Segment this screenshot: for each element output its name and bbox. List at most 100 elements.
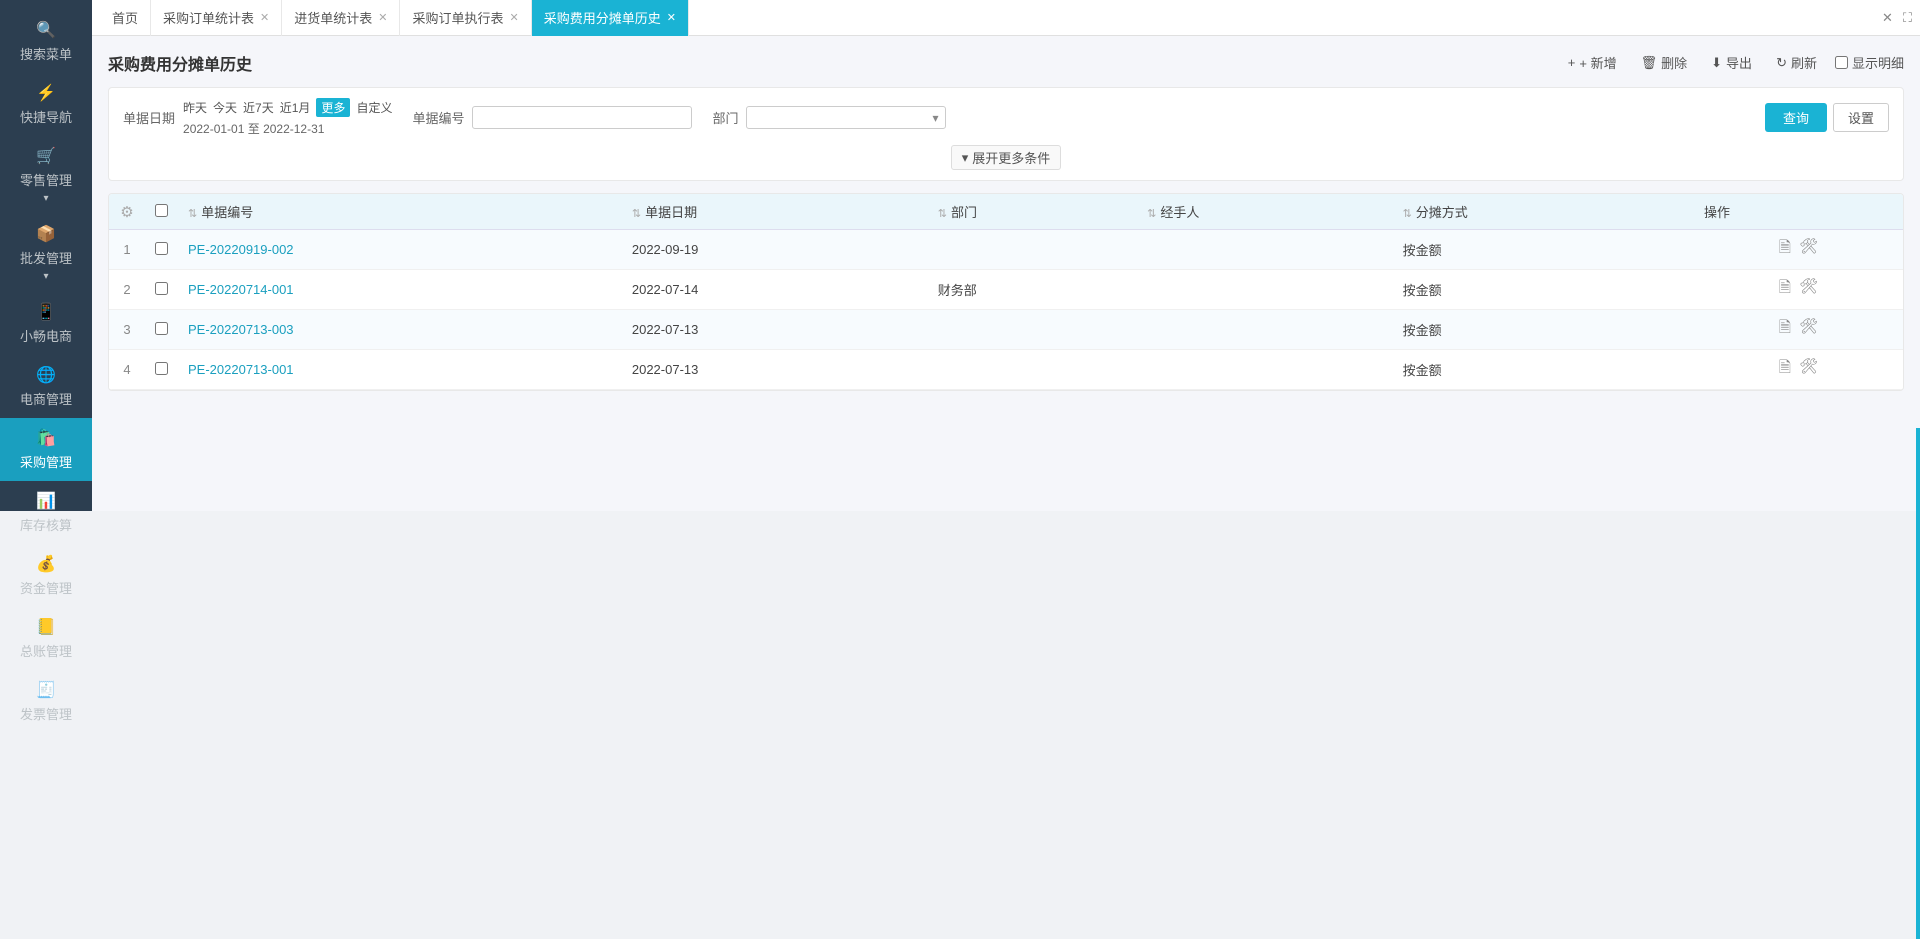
th-method[interactable]: 分摊方式 [1393,194,1694,230]
sidebar-item-quick-nav[interactable]: ⚡ 快捷导航 [0,73,92,136]
sidebar-item-invoice[interactable]: 🧾 发票管理 [0,670,92,733]
row-detail-icon-3[interactable]: 🛠 [1799,317,1818,342]
table-header: ⚙ 单据编号 单据日期 部门 经手人 分摊方式 操作 [109,194,1903,230]
row-edit-icon-2[interactable]: 🗎 [1779,277,1791,302]
order-no-input[interactable] [472,106,692,129]
table-settings-icon[interactable]: ⚙ [120,204,133,221]
row-date-2: 2022-07-14 [622,270,928,310]
tab-purchase-order-stat[interactable]: 采购订单统计表 ✕ [151,0,282,36]
query-button[interactable]: 查询 [1765,103,1827,132]
order-no-link-4[interactable]: PE-20220713-001 [188,362,294,377]
row-edit-icon-4[interactable]: 🗎 [1779,357,1791,382]
table-body: 1 PE-20220919-002 2022-09-19 按金额 🗎 🛠 2 P… [109,230,1903,390]
th-gear: ⚙ [109,194,145,230]
chevron-down-icon: ▾ [43,271,48,282]
close-tab-purchase-exec[interactable]: ✕ [510,11,519,24]
sidebar-item-retail[interactable]: 🛒 零售管理 ▾ [0,136,92,214]
date-7days[interactable]: 近7天 [243,99,274,116]
sidebar-item-purchase[interactable]: 🛍️ 采购管理 [0,418,92,481]
select-all-checkbox[interactable] [155,204,168,217]
row-checkbox-3[interactable] [155,322,168,335]
row-detail-icon-1[interactable]: 🛠 [1799,237,1818,262]
row-handler-2 [1137,270,1392,310]
mini-ecom-icon: 📱 [36,302,56,322]
expand-more-row: ▾ 展开更多条件 [123,137,1889,170]
date-more[interactable]: 更多 [316,98,350,117]
row-order-no-3: PE-20220713-003 [178,310,622,350]
row-checkbox-4[interactable] [155,362,168,375]
sidebar-item-inventory[interactable]: 📊 库存核算 [0,481,92,544]
refresh-button[interactable]: ↻ 刷新 [1770,50,1823,75]
display-detail-toggle[interactable]: 显示明细 [1835,53,1904,72]
tab-goods-stat[interactable]: 进货单统计表 ✕ [282,0,400,36]
retail-icon: 🛒 [36,146,56,166]
sidebar-item-accounting[interactable]: 📒 总账管理 [0,607,92,670]
display-detail-checkbox[interactable] [1835,56,1848,69]
row-checkbox-2[interactable] [155,282,168,295]
th-order-no[interactable]: 单据编号 [178,194,622,230]
tab-purchase-fee[interactable]: 采购费用分摊单历史 ✕ [532,0,689,36]
refresh-icon: ↻ [1776,55,1787,71]
delete-button[interactable]: 🗑 删除 [1635,50,1694,75]
sidebar-item-search[interactable]: 🔍 搜索菜单 [0,10,92,73]
finance-icon: 💰 [36,554,56,574]
expand-more-button[interactable]: ▾ 展开更多条件 [951,145,1062,170]
ecom-icon: 🌐 [36,365,56,385]
row-method-4: 按金额 [1393,350,1694,390]
row-check-3 [145,310,178,350]
date-1month[interactable]: 近1月 [280,99,311,116]
close-tab-purchase-fee[interactable]: ✕ [667,11,676,24]
row-detail-icon-2[interactable]: 🛠 [1799,277,1818,302]
order-no-link-3[interactable]: PE-20220713-003 [188,322,294,337]
export-button[interactable]: ⬇ 导出 [1705,50,1758,75]
maximize-icon[interactable]: ⛶ [1903,10,1912,26]
date-filter-group: 单据日期 昨天 今天 近7天 近1月 更多 自定义 2022-01-01 至 2… [123,98,392,137]
row-action-2: 🗎 🛠 [1694,270,1903,310]
row-edit-icon-3[interactable]: 🗎 [1779,317,1791,342]
row-detail-icon-4[interactable]: 🛠 [1799,357,1818,382]
close-tab-purchase-order-stat[interactable]: ✕ [260,11,269,24]
table-row: 4 PE-20220713-001 2022-07-13 按金额 🗎 🛠 [109,350,1903,390]
quick-nav-icon: ⚡ [36,83,56,103]
add-button[interactable]: + + 新增 [1562,50,1623,75]
th-dept[interactable]: 部门 [928,194,1137,230]
dept-select[interactable]: 财务部 [746,106,946,129]
order-no-link-2[interactable]: PE-20220714-001 [188,282,294,297]
th-date[interactable]: 单据日期 [622,194,928,230]
settings-button[interactable]: 设置 [1833,103,1889,132]
page-content: 采购费用分摊单历史 + + 新增 🗑 删除 ⬇ 导出 ↻ 刷新 [92,36,1920,511]
row-action-4: 🗎 🛠 [1694,350,1903,390]
row-method-3: 按金额 [1393,310,1694,350]
order-no-link-1[interactable]: PE-20220919-002 [188,242,294,257]
sidebar-item-wholesale[interactable]: 📦 批发管理 ▾ [0,214,92,292]
filter-area: 单据日期 昨天 今天 近7天 近1月 更多 自定义 2022-01-01 至 2… [108,87,1904,181]
row-handler-3 [1137,310,1392,350]
row-checkbox-1[interactable] [155,242,168,255]
date-custom[interactable]: 自定义 [356,99,392,116]
row-num-1: 1 [109,230,145,270]
row-order-no-2: PE-20220714-001 [178,270,622,310]
sidebar-item-ecom[interactable]: 🌐 电商管理 [0,355,92,418]
th-handler[interactable]: 经手人 [1137,194,1392,230]
data-table: ⚙ 单据编号 单据日期 部门 经手人 分摊方式 操作 1 [108,193,1904,391]
tab-purchase-exec[interactable]: 采购订单执行表 ✕ [400,0,531,36]
close-tab-goods-stat[interactable]: ✕ [378,11,387,24]
date-yesterday[interactable]: 昨天 [183,99,207,116]
close-all-tabs-icon[interactable]: ✕ [1882,10,1893,26]
sidebar-item-finance[interactable]: 💰 资金管理 [0,544,92,607]
table-row: 3 PE-20220713-003 2022-07-13 按金额 🗎 🛠 [109,310,1903,350]
tabs-right-controls: ✕ ⛶ [1882,10,1912,26]
row-action-3: 🗎 🛠 [1694,310,1903,350]
tab-home[interactable]: 首页 [100,0,151,36]
row-method-1: 按金额 [1393,230,1694,270]
sidebar-item-mini-ecom[interactable]: 📱 小畅电商 [0,292,92,355]
sidebar: 🔍 搜索菜单 ⚡ 快捷导航 🛒 零售管理 ▾ 📦 批发管理 ▾ 📱 小畅电商 🌐… [0,0,92,511]
dept-filter-group: 部门 财务部 [712,106,946,129]
table-row: 2 PE-20220714-001 2022-07-14 财务部 按金额 🗎 🛠 [109,270,1903,310]
filter-actions: 查询 设置 [1765,103,1889,132]
row-edit-icon-1[interactable]: 🗎 [1779,237,1791,262]
row-check-4 [145,350,178,390]
th-action: 操作 [1694,194,1903,230]
date-today[interactable]: 今天 [213,99,237,116]
row-dept-3 [928,310,1137,350]
